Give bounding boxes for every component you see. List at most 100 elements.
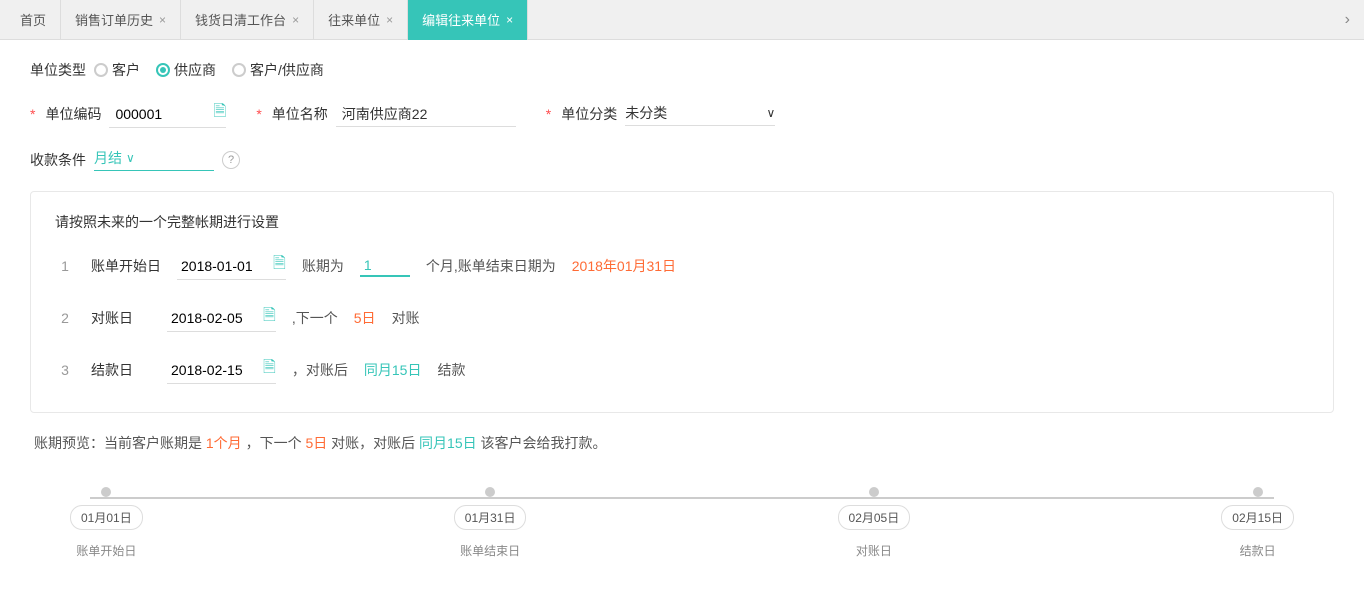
tab-home[interactable]: 首页 [4, 0, 61, 40]
period-calendar-1[interactable]: 🗎 [273, 252, 286, 279]
tab-edit-partner-close[interactable]: × [506, 13, 513, 27]
period-desc-highlight-3: 同月15日 [364, 360, 422, 380]
timeline-dot-3 [869, 487, 879, 497]
timeline-dot-4 [1253, 487, 1263, 497]
period-desc-suffix-2: 对账 [392, 308, 420, 328]
period-month-input [360, 255, 410, 277]
tab-cash-work-label: 钱货日清工作台 [195, 10, 286, 29]
period-row-2: 2 对账日 🗎 ,下一个 5日 对账 [55, 304, 1309, 332]
period-date-3: 🗎 [167, 356, 276, 384]
period-date-input-3[interactable] [167, 360, 257, 380]
period-calendar-2[interactable]: 🗎 [263, 304, 276, 331]
unit-category-value: 未分类 [625, 103, 762, 123]
period-desc-suffix-3: 结款 [437, 360, 465, 380]
help-icon-label: ? [228, 154, 234, 166]
timeline-dot-1 [101, 487, 111, 497]
timeline-bottom-4: 结款日 [1240, 542, 1276, 559]
unit-name-group: * 单位名称 [256, 102, 515, 127]
period-month-value[interactable] [360, 255, 410, 275]
period-month-label: 账期为 [302, 256, 344, 276]
period-row-3: 3 结款日 🗎 ，对账后 同月15日 结款 [55, 356, 1309, 384]
timeline-dot-2 [485, 487, 495, 497]
timeline-bottom-1: 账单开始日 [76, 542, 136, 559]
unit-type-row: 单位类型 客户 供应商 客户/供应商 [30, 60, 1334, 80]
tab-sales-history[interactable]: 销售订单历史 × [61, 0, 181, 40]
timeline-label-4: 02月15日 [1221, 505, 1294, 530]
tab-cash-work[interactable]: 钱货日清工作台 × [181, 0, 314, 40]
timeline-label-2: 01月31日 [454, 505, 527, 530]
period-desc-prefix-3: ，对账后 [292, 360, 348, 380]
period-date-input-2[interactable] [167, 308, 257, 328]
period-date-2: 🗎 [167, 304, 276, 332]
tab-sales-history-close[interactable]: × [159, 13, 166, 27]
preview-mid2: 对账，对账后 [331, 435, 415, 451]
timeline-point-4: 02月15日 结款日 [1221, 487, 1294, 559]
timeline: 01月01日 账单开始日 01月31日 账单结束日 02月05日 对账日 02月… [30, 477, 1334, 589]
period-desc-highlight-2: 5日 [354, 308, 376, 328]
preview-mid1: ，下一个 [246, 435, 302, 451]
tab-cash-work-close[interactable]: × [292, 13, 299, 27]
tab-expand-button[interactable]: › [1335, 11, 1360, 29]
timeline-label-1: 01月01日 [70, 505, 143, 530]
unit-code-input-wrapper: 🗎 [109, 100, 226, 128]
unit-code-input[interactable] [109, 102, 209, 126]
preview-highlight3: 同月15日 [419, 435, 477, 451]
tab-partners-close[interactable]: × [386, 13, 393, 27]
period-num-1: 1 [55, 258, 75, 274]
unit-code-star: * [30, 106, 35, 122]
period-num-2: 2 [55, 310, 75, 326]
period-row-1: 1 账单开始日 🗎 账期为 个月,账单结束日期为 2018年01月31日 [55, 252, 1309, 280]
payment-terms-value: 月结 [94, 148, 122, 168]
unit-code-icon[interactable]: 🗎 [213, 100, 226, 127]
tab-bar: 首页 销售订单历史 × 钱货日清工作台 × 往来单位 × 编辑往来单位 × › [0, 0, 1364, 40]
preview-highlight2: 5日 [305, 435, 327, 451]
tab-edit-partner-label: 编辑往来单位 [422, 10, 500, 29]
unit-type-label: 单位类型 [30, 60, 86, 80]
timeline-bottom-2: 账单结束日 [460, 542, 520, 559]
timeline-point-2: 01月31日 账单结束日 [454, 487, 527, 559]
tab-sales-history-label: 销售订单历史 [75, 10, 153, 29]
radio-both-label: 客户/供应商 [250, 60, 324, 80]
tab-partners-label: 往来单位 [328, 10, 380, 29]
unit-category-label: 单位分类 [561, 104, 617, 124]
timeline-label-3: 02月05日 [838, 505, 911, 530]
period-end-date: 2018年01月31日 [572, 256, 676, 276]
unit-category-group: * 单位分类 未分类 ∨ [546, 103, 775, 126]
radio-supplier-label: 供应商 [174, 60, 216, 80]
timeline-point-1: 01月01日 账单开始日 [70, 487, 143, 559]
period-box: 请按照未来的一个完整帐期进行设置 1 账单开始日 🗎 账期为 个月,账单结束日期… [30, 191, 1334, 413]
payment-terms-help[interactable]: ? [222, 151, 240, 169]
unit-code-group: * 单位编码 🗎 [30, 100, 226, 128]
payment-terms-label: 收款条件 [30, 150, 86, 170]
payment-terms-select[interactable]: 月结 ∨ [94, 148, 214, 171]
period-field-label-1: 账单开始日 [91, 256, 161, 276]
tab-home-label: 首页 [20, 10, 46, 29]
unit-info-row: * 单位编码 🗎 * 单位名称 * 单位分类 未分类 ∨ [30, 100, 1334, 128]
payment-terms-row: 收款条件 月结 ∨ ? [30, 148, 1334, 171]
unit-code-label: 单位编码 [45, 104, 101, 124]
period-title: 请按照未来的一个完整帐期进行设置 [55, 212, 1309, 232]
period-field-label-3: 结款日 [91, 360, 151, 380]
payment-terms-group: 收款条件 月结 ∨ ? [30, 148, 240, 171]
tab-partners[interactable]: 往来单位 × [314, 0, 408, 40]
timeline-points: 01月01日 账单开始日 01月31日 账单结束日 02月05日 对账日 02月… [70, 487, 1294, 559]
radio-supplier[interactable]: 供应商 [156, 60, 216, 80]
unit-category-arrow: ∨ [766, 106, 775, 120]
period-suffix-1: 个月,账单结束日期为 [426, 256, 556, 276]
timeline-bottom-3: 对账日 [856, 542, 892, 559]
radio-customer-label: 客户 [112, 60, 140, 80]
radio-customer-circle [94, 63, 108, 77]
unit-category-star: * [546, 106, 551, 122]
period-calendar-3[interactable]: 🗎 [263, 356, 276, 383]
unit-category-select[interactable]: 未分类 ∨ [625, 103, 775, 126]
main-content: 单位类型 客户 供应商 客户/供应商 * 单位编码 [0, 40, 1364, 609]
radio-customer[interactable]: 客户 [94, 60, 140, 80]
tab-edit-partner[interactable]: 编辑往来单位 × [408, 0, 528, 40]
radio-group: 客户 供应商 客户/供应商 [94, 60, 324, 80]
period-date-input-1[interactable] [177, 256, 267, 276]
unit-name-input[interactable] [336, 102, 516, 127]
radio-supplier-circle [156, 63, 170, 77]
radio-both[interactable]: 客户/供应商 [232, 60, 324, 80]
period-num-3: 3 [55, 362, 75, 378]
period-date-1: 🗎 [177, 252, 286, 280]
